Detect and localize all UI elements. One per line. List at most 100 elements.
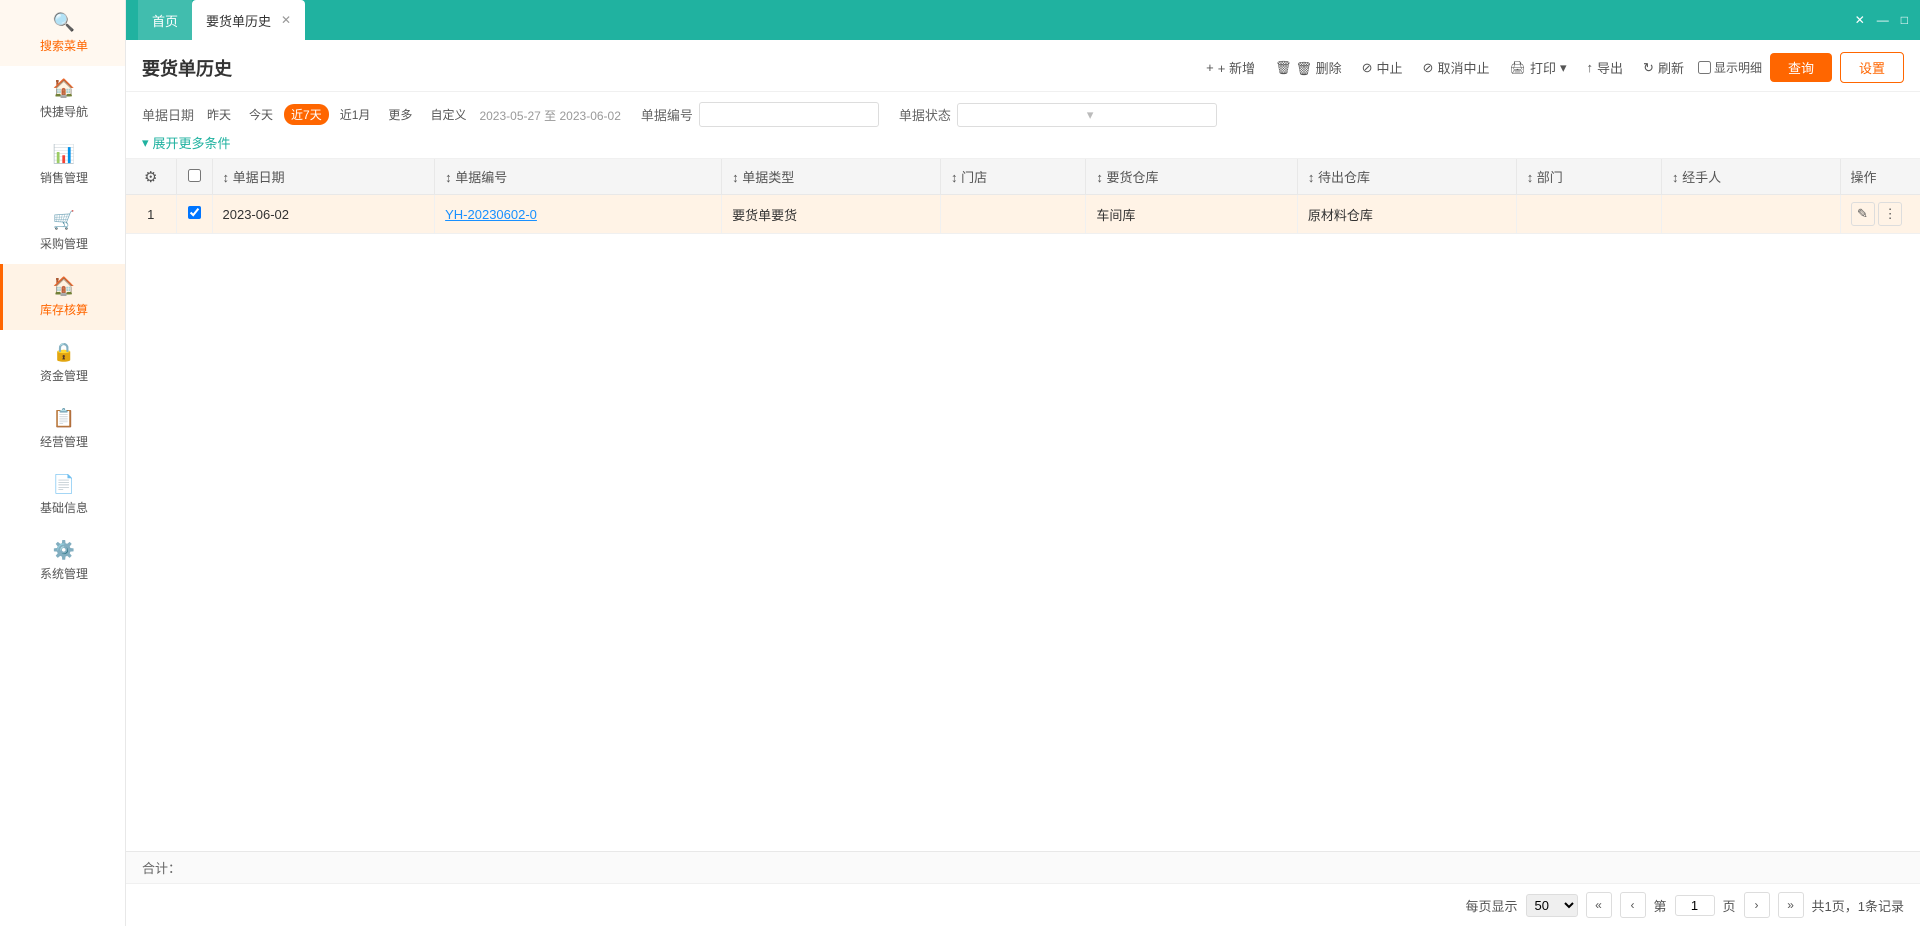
sidebar-item-system-mgmt[interactable]: ⚙️ 系统管理 bbox=[0, 528, 125, 594]
print-dropdown-icon: ▾ bbox=[1560, 60, 1567, 76]
th-handler[interactable]: ↕ 经手人 bbox=[1662, 159, 1840, 195]
print-button[interactable]: 🖨 打印 ▾ bbox=[1503, 54, 1572, 81]
th-checkbox bbox=[176, 159, 212, 195]
purchase-icon: 🛒 bbox=[53, 210, 75, 231]
sidebar-item-inventory[interactable]: 🏠 库存核算 bbox=[0, 264, 125, 330]
sidebar-item-label: 采购管理 bbox=[40, 235, 88, 252]
sidebar-item-basic-info[interactable]: 📄 基础信息 bbox=[0, 462, 125, 528]
last-page-button[interactable]: » bbox=[1778, 892, 1804, 918]
date-filter-label: 单据日期 bbox=[142, 105, 194, 124]
export-button[interactable]: ↑ 导出 bbox=[1581, 54, 1630, 81]
select-all-checkbox[interactable] bbox=[188, 169, 201, 182]
sidebar-item-label: 销售管理 bbox=[40, 169, 88, 186]
window-maximize-button[interactable]: □ bbox=[1901, 13, 1908, 27]
delete-button[interactable]: 🗑 🗑 删除 bbox=[1269, 54, 1348, 81]
chip-more[interactable]: 更多 bbox=[381, 104, 419, 125]
th-doc-no[interactable]: ↕ 单据编号 bbox=[435, 159, 722, 195]
topbar-right-controls: ✕ — □ bbox=[1855, 13, 1908, 27]
page-size-select[interactable]: 10 20 50 100 bbox=[1526, 894, 1578, 917]
stop-icon: ⊘ bbox=[1362, 60, 1373, 76]
table-wrap: ⚙ ↕ 单据日期 ↕ 单据编号 ↕ 单据类型 bbox=[126, 159, 1920, 851]
print-icon: 🖨 bbox=[1509, 60, 1526, 76]
page-number-input[interactable] bbox=[1675, 895, 1715, 916]
tab-requisition-history[interactable]: 要货单历史 ✕ bbox=[192, 0, 305, 40]
new-button[interactable]: + + 新增 bbox=[1200, 54, 1261, 81]
pagination: 每页显示 10 20 50 100 « ‹ 第 页 › » 共1页，1条记录 bbox=[126, 883, 1920, 926]
sidebar-item-finance-mgmt[interactable]: 🔒 资金管理 bbox=[0, 330, 125, 396]
sidebar-item-purchase-mgmt[interactable]: 🛒 采购管理 bbox=[0, 198, 125, 264]
th-dept[interactable]: ↕ 部门 bbox=[1516, 159, 1661, 195]
content-area: 要货单历史 + + 新增 🗑 🗑 删除 ⊘ 中止 ⊘ 取消中止 bbox=[126, 40, 1920, 926]
prev-page-button[interactable]: ‹ bbox=[1620, 892, 1646, 918]
doc-no-filter-group: 单据编号 bbox=[641, 102, 879, 127]
refresh-icon: ↻ bbox=[1643, 60, 1654, 76]
expand-conditions-button[interactable]: ▾ 展开更多条件 bbox=[142, 133, 1904, 152]
query-button[interactable]: 查询 bbox=[1770, 53, 1832, 82]
inventory-icon: 🏠 bbox=[53, 276, 75, 297]
th-doc-type[interactable]: ↕ 单据类型 bbox=[722, 159, 941, 195]
sidebar-item-operations-mgmt[interactable]: 📋 经营管理 bbox=[0, 396, 125, 462]
sidebar-item-sales-mgmt[interactable]: 📊 销售管理 bbox=[0, 132, 125, 198]
display-detail-checkbox[interactable] bbox=[1698, 61, 1711, 74]
window-close-button[interactable]: ✕ bbox=[1855, 13, 1865, 27]
sidebar-item-label: 库存核算 bbox=[40, 301, 88, 318]
page-title: 要货单历史 bbox=[142, 55, 232, 81]
page-label: 第 bbox=[1654, 896, 1667, 915]
expand-label: 展开更多条件 bbox=[153, 133, 231, 152]
sidebar-item-label: 基础信息 bbox=[40, 499, 88, 516]
system-icon: ⚙️ bbox=[53, 540, 75, 561]
date-filter-group: 单据日期 昨天 今天 近7天 近1月 更多 自定义 2023-05-27 至 2… bbox=[142, 104, 621, 125]
sidebar-item-label: 资金管理 bbox=[40, 367, 88, 384]
chip-7days[interactable]: 近7天 bbox=[284, 104, 329, 125]
th-ops: 操作 bbox=[1840, 159, 1920, 195]
settings-gear-icon[interactable]: ⚙ bbox=[144, 169, 157, 186]
tab-home[interactable]: 首页 bbox=[138, 0, 192, 40]
tab-home-label: 首页 bbox=[152, 11, 178, 30]
basic-info-icon: 📄 bbox=[53, 474, 75, 495]
doc-no-link[interactable]: YH-20230602-0 bbox=[445, 207, 537, 222]
chip-1month[interactable]: 近1月 bbox=[333, 104, 378, 125]
row-edit-icon[interactable]: ✎ bbox=[1851, 202, 1875, 226]
cell-doc-no: YH-20230602-0 bbox=[435, 195, 722, 234]
first-page-button[interactable]: « bbox=[1586, 892, 1612, 918]
th-settings: ⚙ bbox=[126, 159, 176, 195]
th-doc-date[interactable]: ↕ 单据日期 bbox=[212, 159, 435, 195]
sidebar-item-quick-nav[interactable]: 🏠 快捷导航 bbox=[0, 66, 125, 132]
expand-icon: ▾ bbox=[142, 135, 149, 151]
new-label: + 新增 bbox=[1218, 58, 1255, 77]
th-req-warehouse[interactable]: ↕ 要货仓库 bbox=[1086, 159, 1298, 195]
cancel-stop-button[interactable]: ⊘ 取消中止 bbox=[1417, 54, 1496, 81]
display-detail-toggle[interactable]: 显示明细 bbox=[1698, 59, 1762, 76]
th-store[interactable]: ↕ 门店 bbox=[940, 159, 1085, 195]
filter-row: 单据日期 昨天 今天 近7天 近1月 更多 自定义 2023-05-27 至 2… bbox=[142, 102, 1904, 127]
chip-yesterday[interactable]: 昨天 bbox=[200, 104, 238, 125]
date-chips: 昨天 今天 近7天 近1月 更多 自定义 bbox=[200, 104, 473, 125]
window-minimize-button[interactable]: — bbox=[1877, 13, 1889, 27]
sidebar-item-search-menu[interactable]: 🔍 搜索菜单 bbox=[0, 0, 125, 66]
new-icon: + bbox=[1206, 60, 1214, 75]
row-more-icon[interactable]: ⋮ bbox=[1878, 202, 1902, 226]
doc-status-label: 单据状态 bbox=[899, 105, 951, 124]
operations-icon: 📋 bbox=[53, 408, 75, 429]
settings-button[interactable]: 设置 bbox=[1840, 52, 1904, 83]
date-range-text: 2023-05-27 至 2023-06-02 bbox=[479, 107, 620, 124]
cell-dept bbox=[1516, 195, 1661, 234]
sidebar-item-label: 系统管理 bbox=[40, 565, 88, 582]
chip-today[interactable]: 今天 bbox=[242, 104, 280, 125]
next-page-button[interactable]: › bbox=[1744, 892, 1770, 918]
chip-custom[interactable]: 自定义 bbox=[423, 104, 473, 125]
home-icon: 🏠 bbox=[53, 78, 75, 99]
doc-status-select[interactable]: ▾ bbox=[957, 103, 1217, 127]
th-pending-warehouse[interactable]: ↕ 待出仓库 bbox=[1297, 159, 1516, 195]
doc-no-input[interactable] bbox=[699, 102, 879, 127]
sidebar: 🔍 搜索菜单 🏠 快捷导航 📊 销售管理 🛒 采购管理 🏠 库存核算 🔒 资金管… bbox=[0, 0, 126, 926]
tab-close-button[interactable]: ✕ bbox=[281, 13, 291, 27]
delete-icon: 🗑 bbox=[1275, 60, 1292, 76]
stop-button[interactable]: ⊘ 中止 bbox=[1356, 54, 1409, 81]
row-checkbox[interactable] bbox=[188, 206, 201, 219]
cell-ops: ✎ ⋮ bbox=[1840, 195, 1920, 234]
cell-store bbox=[940, 195, 1085, 234]
display-detail-label: 显示明细 bbox=[1714, 59, 1762, 76]
refresh-button[interactable]: ↻ 刷新 bbox=[1637, 54, 1690, 81]
cell-handler bbox=[1662, 195, 1840, 234]
